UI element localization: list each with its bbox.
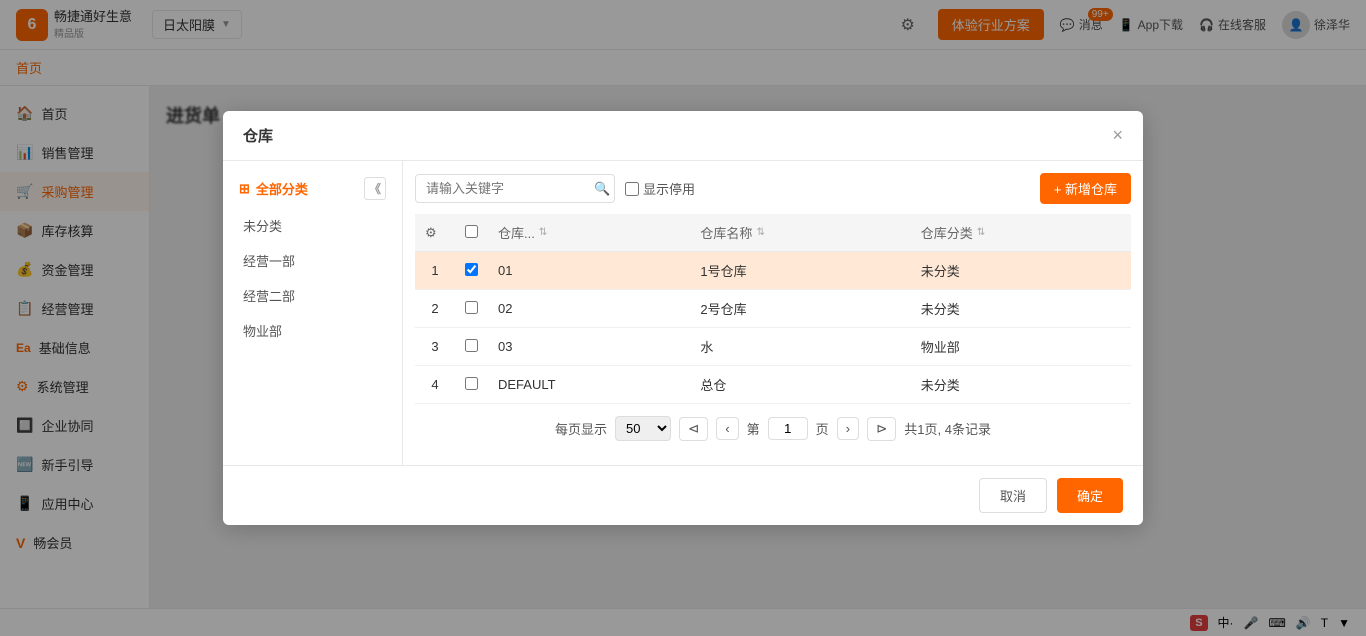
modal-title: 仓库 xyxy=(243,125,273,146)
page-label: 第 xyxy=(747,419,760,438)
row-category: 物业部 xyxy=(911,328,1131,366)
row-checkbox-cell xyxy=(455,252,488,290)
all-categories-label: 全部分类 xyxy=(256,179,308,198)
search-input[interactable] xyxy=(416,175,586,202)
row-code: 02 xyxy=(488,290,690,328)
modal-close-button[interactable]: × xyxy=(1112,125,1123,146)
row-num: 1 xyxy=(415,252,455,290)
search-icon[interactable]: 🔍 xyxy=(586,181,615,197)
table-toolbar: 🔍 显示停用 + 新增仓库 xyxy=(415,173,1131,204)
select-all-checkbox[interactable] xyxy=(465,225,478,238)
page-input[interactable] xyxy=(768,417,808,440)
last-page-button[interactable]: ⊳ xyxy=(867,417,896,441)
row-name: 总仓 xyxy=(690,366,910,404)
row-num: 2 xyxy=(415,290,455,328)
show-disabled-checkbox[interactable] xyxy=(625,182,639,196)
table-gear-icon: ⚙ xyxy=(425,225,437,240)
row-code: DEFAULT xyxy=(488,366,690,404)
collapse-button[interactable]: 《 xyxy=(364,177,386,200)
category-sort-icon: ⇅ xyxy=(977,227,985,238)
row-name: 水 xyxy=(690,328,910,366)
modal-body: ⊞ 全部分类 《 未分类 经营一部 经营二部 物业部 xyxy=(223,161,1143,465)
cancel-button[interactable]: 取消 xyxy=(979,478,1047,513)
next-page-button[interactable]: › xyxy=(837,417,859,440)
row-checkbox[interactable] xyxy=(465,301,478,314)
warehouse-modal: 仓库 × ⊞ 全部分类 《 未分类 经营一部 经营二部 xyxy=(223,111,1143,525)
row-checkbox[interactable] xyxy=(465,263,478,276)
page-summary: 共1页, 4条记录 xyxy=(904,419,991,438)
row-category: 未分类 xyxy=(911,366,1131,404)
modal-header: 仓库 × xyxy=(223,111,1143,161)
prev-page-button[interactable]: ‹ xyxy=(716,417,738,440)
category-item-uncategorized[interactable]: 未分类 xyxy=(223,208,402,243)
category-item-dept1[interactable]: 经营一部 xyxy=(223,243,402,278)
all-categories-header[interactable]: ⊞ 全部分类 《 xyxy=(223,169,402,208)
table-panel: 🔍 显示停用 + 新增仓库 ⚙ xyxy=(403,161,1143,465)
table-row[interactable]: 2 02 2号仓库 未分类 xyxy=(415,290,1131,328)
table-col-category: 仓库分类 ⇅ xyxy=(911,214,1131,252)
row-checkbox[interactable] xyxy=(465,377,478,390)
name-sort-icon: ⇅ xyxy=(756,227,764,238)
table-row[interactable]: 1 01 1号仓库 未分类 xyxy=(415,252,1131,290)
table-col-name: 仓库名称 ⇅ xyxy=(690,214,910,252)
confirm-button[interactable]: 确定 xyxy=(1057,478,1123,513)
add-warehouse-button[interactable]: + 新增仓库 xyxy=(1040,173,1131,204)
table-row[interactable]: 4 DEFAULT 总仓 未分类 xyxy=(415,366,1131,404)
row-num: 3 xyxy=(415,328,455,366)
warehouse-table: ⚙ 仓库... ⇅ xyxy=(415,214,1131,404)
category-item-dept2[interactable]: 经营二部 xyxy=(223,278,402,313)
row-checkbox-cell xyxy=(455,366,488,404)
page-unit: 页 xyxy=(816,419,829,438)
category-panel: ⊞ 全部分类 《 未分类 经营一部 经营二部 物业部 xyxy=(223,161,403,465)
per-page-label: 每页显示 xyxy=(555,419,607,438)
table-header-row: ⚙ 仓库... ⇅ xyxy=(415,214,1131,252)
grid-icon: ⊞ xyxy=(239,181,250,197)
row-checkbox[interactable] xyxy=(465,339,478,352)
per-page-select[interactable]: 10 20 50 100 xyxy=(615,416,671,441)
table-col-gear: ⚙ xyxy=(415,214,455,252)
row-code: 03 xyxy=(488,328,690,366)
modal-overlay: 仓库 × ⊞ 全部分类 《 未分类 经营一部 经营二部 xyxy=(0,0,1366,636)
row-code: 01 xyxy=(488,252,690,290)
table-row[interactable]: 3 03 水 物业部 xyxy=(415,328,1131,366)
row-checkbox-cell xyxy=(455,328,488,366)
show-disabled-label: 显示停用 xyxy=(643,179,695,198)
modal-footer: 取消 确定 xyxy=(223,465,1143,525)
row-name: 1号仓库 xyxy=(690,252,910,290)
pagination: 每页显示 10 20 50 100 ⊲ ‹ 第 页 › ⊳ 共1页, 4条记录 xyxy=(415,404,1131,453)
table-col-check xyxy=(455,214,488,252)
row-category: 未分类 xyxy=(911,252,1131,290)
row-checkbox-cell xyxy=(455,290,488,328)
category-item-property[interactable]: 物业部 xyxy=(223,313,402,348)
table-col-code: 仓库... ⇅ xyxy=(488,214,690,252)
code-sort-icon: ⇅ xyxy=(539,227,547,238)
first-page-button[interactable]: ⊲ xyxy=(679,417,708,441)
show-disabled-toggle[interactable]: 显示停用 xyxy=(625,179,695,198)
row-num: 4 xyxy=(415,366,455,404)
row-category: 未分类 xyxy=(911,290,1131,328)
search-box: 🔍 xyxy=(415,174,615,203)
row-name: 2号仓库 xyxy=(690,290,910,328)
